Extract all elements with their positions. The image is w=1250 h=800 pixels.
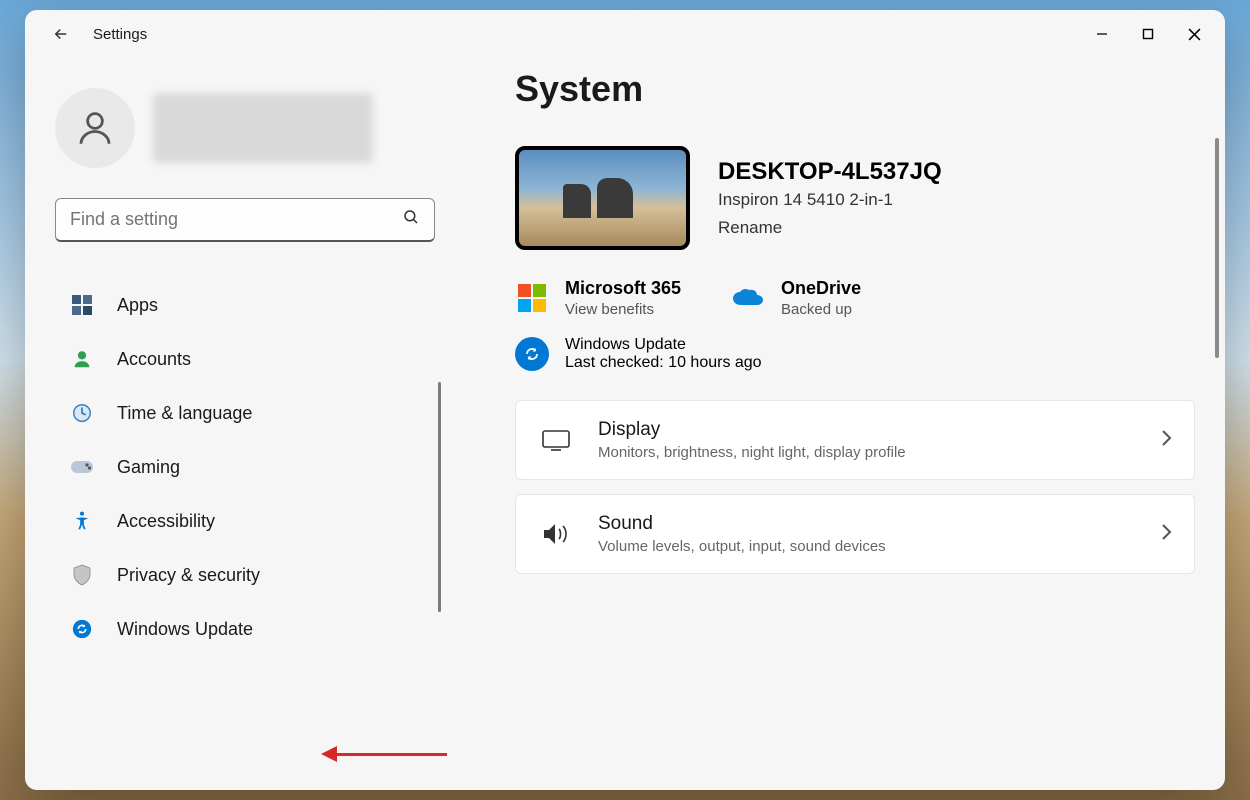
chevron-right-icon xyxy=(1160,429,1172,452)
accessibility-icon xyxy=(69,510,95,532)
sidebar-item-windows-update[interactable]: Windows Update xyxy=(55,606,435,652)
onedrive-icon xyxy=(731,281,765,315)
minimize-button[interactable] xyxy=(1079,14,1125,54)
status-subtitle: View benefits xyxy=(565,301,681,318)
nav-list: Apps Accounts Time & language xyxy=(55,282,435,652)
chevron-right-icon xyxy=(1160,523,1172,546)
close-button[interactable] xyxy=(1171,14,1217,54)
sidebar-item-accessibility[interactable]: Accessibility xyxy=(55,498,435,544)
search-box[interactable] xyxy=(55,198,435,242)
sidebar-item-time-language[interactable]: Time & language xyxy=(55,390,435,436)
back-button[interactable] xyxy=(43,16,79,52)
device-model: Inspiron 14 5410 2-in-1 xyxy=(718,190,942,210)
status-title: Windows Update xyxy=(565,336,762,354)
sidebar-item-label: Windows Update xyxy=(117,619,253,640)
profile-name-redacted xyxy=(153,93,373,163)
display-settings-card[interactable]: Display Monitors, brightness, night ligh… xyxy=(515,400,1195,480)
sidebar-scrollbar[interactable] xyxy=(438,382,441,612)
gaming-icon xyxy=(69,459,95,475)
sidebar-item-label: Time & language xyxy=(117,403,252,424)
card-subtitle: Monitors, brightness, night light, displ… xyxy=(598,444,906,461)
windows-update-tile[interactable]: Windows Update Last checked: 10 hours ag… xyxy=(515,336,1195,372)
sidebar-item-label: Privacy & security xyxy=(117,565,260,586)
status-subtitle: Backed up xyxy=(781,301,861,318)
status-title: OneDrive xyxy=(781,278,861,299)
onedrive-tile[interactable]: OneDrive Backed up xyxy=(731,278,861,318)
card-subtitle: Volume levels, output, input, sound devi… xyxy=(598,538,886,555)
content-scrollbar[interactable] xyxy=(1215,138,1219,358)
settings-window: Settings xyxy=(25,10,1225,790)
status-title: Microsoft 365 xyxy=(565,278,681,299)
display-icon xyxy=(538,429,574,451)
profile-section[interactable] xyxy=(55,88,435,168)
accounts-icon xyxy=(69,348,95,370)
microsoft-365-tile[interactable]: Microsoft 365 View benefits xyxy=(515,278,681,318)
apps-icon xyxy=(69,295,95,315)
annotation-arrow xyxy=(321,746,447,762)
sound-settings-card[interactable]: Sound Volume levels, output, input, soun… xyxy=(515,494,1195,574)
avatar xyxy=(55,88,135,168)
app-title: Settings xyxy=(93,26,147,43)
sidebar-item-apps[interactable]: Apps xyxy=(55,282,435,328)
content-pane: System DESKTOP-4L537JQ Inspiron 14 5410 … xyxy=(465,58,1225,790)
sidebar-item-accounts[interactable]: Accounts xyxy=(55,336,435,382)
sidebar-item-gaming[interactable]: Gaming xyxy=(55,444,435,490)
sidebar-item-label: Accessibility xyxy=(117,511,215,532)
sidebar-item-label: Accounts xyxy=(117,349,191,370)
maximize-button[interactable] xyxy=(1125,14,1171,54)
sidebar-item-privacy-security[interactable]: Privacy & security xyxy=(55,552,435,598)
shield-icon xyxy=(69,564,95,586)
card-title: Display xyxy=(598,419,906,441)
desktop-thumbnail[interactable] xyxy=(515,146,690,250)
sidebar-item-label: Apps xyxy=(117,295,158,316)
update-icon xyxy=(515,337,549,371)
window-controls xyxy=(1079,14,1217,54)
card-title: Sound xyxy=(598,513,886,535)
search-icon xyxy=(402,208,420,231)
sidebar-item-label: Gaming xyxy=(117,457,180,478)
status-subtitle: Last checked: 10 hours ago xyxy=(565,354,762,372)
sound-icon xyxy=(538,521,574,547)
microsoft-logo-icon xyxy=(515,281,549,315)
update-icon xyxy=(69,618,95,640)
device-name: DESKTOP-4L537JQ xyxy=(718,158,942,186)
device-summary: DESKTOP-4L537JQ Inspiron 14 5410 2-in-1 … xyxy=(515,146,1195,250)
page-title: System xyxy=(515,68,1195,110)
clock-globe-icon xyxy=(69,402,95,424)
rename-link[interactable]: Rename xyxy=(718,218,942,238)
titlebar: Settings xyxy=(25,10,1225,58)
search-input[interactable] xyxy=(70,209,402,230)
sidebar: Apps Accounts Time & language xyxy=(25,58,465,790)
